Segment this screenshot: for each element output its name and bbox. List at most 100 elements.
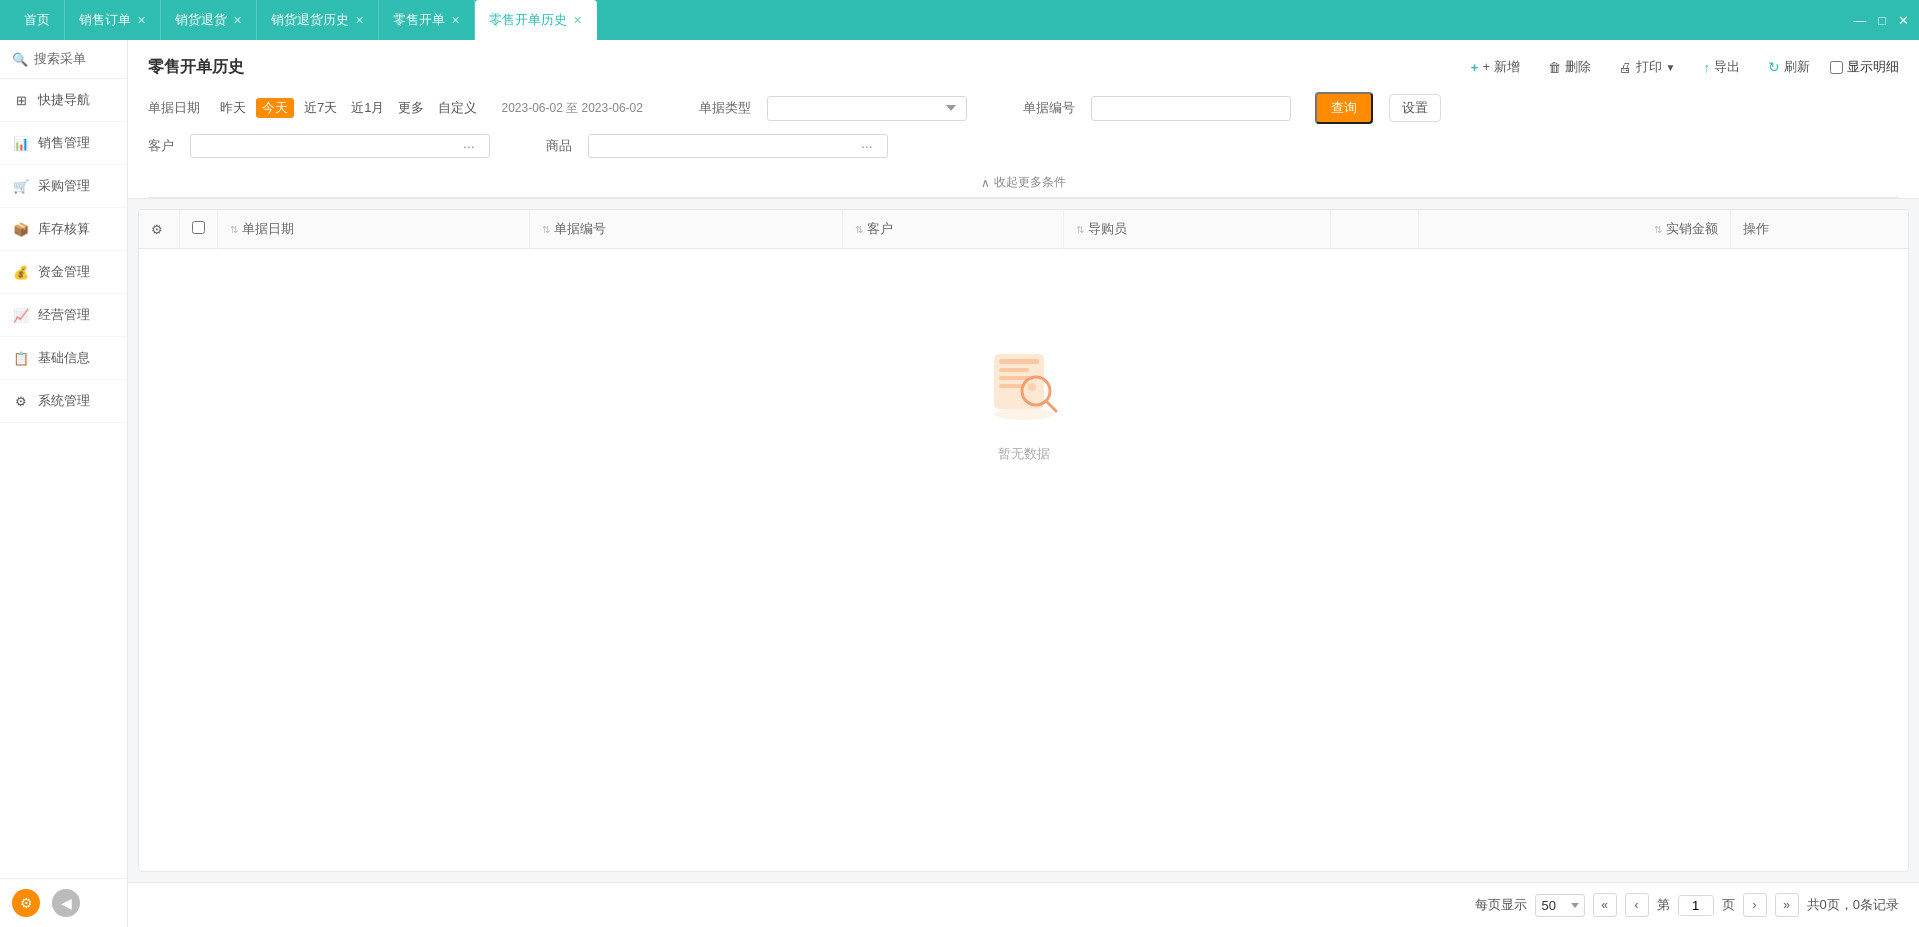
th-amount[interactable]: ⇅ 实销金额 — [1418, 210, 1731, 249]
type-filter-label: 单据类型 — [699, 99, 751, 117]
tab-retail-open-history[interactable]: 零售开单历史 ✕ — [475, 0, 597, 40]
date-more[interactable]: 更多 — [394, 98, 428, 118]
no-filter-input[interactable] — [1091, 96, 1291, 121]
collapse-label: 收起更多条件 — [994, 174, 1066, 191]
empty-row: 暂无数据 — [139, 249, 1908, 544]
delete-button[interactable]: 🗑 删除 — [1540, 54, 1599, 80]
date-custom[interactable]: 自定义 — [434, 98, 481, 118]
refresh-icon: ↻ — [1768, 59, 1780, 75]
display-checkbox[interactable] — [1830, 61, 1843, 74]
select-all-checkbox[interactable] — [192, 221, 205, 234]
display-toggle[interactable]: 显示明细 — [1830, 58, 1899, 76]
tab-sales-return-history-close[interactable]: ✕ — [355, 14, 364, 27]
type-filter-select[interactable] — [767, 96, 967, 121]
sidebar-item-operation-label: 经营管理 — [38, 306, 90, 324]
th-date[interactable]: ⇅ 单据日期 — [217, 210, 530, 249]
page-number-input[interactable] — [1678, 895, 1714, 916]
tab-sales-return-close[interactable]: ✕ — [233, 14, 242, 27]
tab-sales-order[interactable]: 销售订单 ✕ — [65, 0, 161, 40]
purchase-mgmt-icon: 🛒 — [12, 177, 30, 195]
last-page-button[interactable]: » — [1775, 893, 1799, 917]
th-checkbox[interactable] — [179, 210, 217, 249]
table-header-row: ⚙ ⇅ 单据日期 ⇅ — [139, 210, 1908, 249]
tab-home[interactable]: 首页 — [10, 0, 65, 40]
sidebar-item-base-info[interactable]: 📋 基础信息 — [0, 337, 127, 380]
inventory-icon: 📦 — [12, 220, 30, 238]
sidebar-item-purchase-mgmt[interactable]: 🛒 采购管理 — [0, 165, 127, 208]
window-maximize[interactable]: □ — [1878, 13, 1886, 28]
table-settings-icon[interactable]: ⚙ — [151, 222, 163, 237]
tab-bar: 首页 销售订单 ✕ 销货退货 ✕ 销货退货历史 ✕ 零售开单 ✕ 零售开单历史 … — [0, 0, 1919, 40]
goods-ellipsis[interactable]: ··· — [857, 138, 877, 154]
date-filter-label: 单据日期 — [148, 99, 200, 117]
add-button[interactable]: + + 新增 — [1463, 54, 1528, 80]
customer-filter-input[interactable] — [199, 139, 459, 154]
th-action: 操作 — [1731, 210, 1908, 249]
sidebar-item-inventory-label: 库存核算 — [38, 220, 90, 238]
sidebar-item-purchase-mgmt-label: 采购管理 — [38, 177, 90, 195]
svg-point-0 — [994, 408, 1054, 420]
customer-ellipsis[interactable]: ··· — [459, 138, 479, 154]
date-last7[interactable]: 近7天 — [300, 98, 341, 118]
tab-retail-open[interactable]: 零售开单 ✕ — [379, 0, 475, 40]
th-settings[interactable]: ⚙ — [139, 210, 179, 249]
svg-line-7 — [1046, 401, 1056, 411]
sidebar-settings-icon[interactable]: ⚙ — [12, 889, 40, 917]
date-last-month[interactable]: 近1月 — [347, 98, 388, 118]
next-page-button[interactable]: › — [1743, 893, 1767, 917]
tab-sales-return[interactable]: 销货退货 ✕ — [161, 0, 257, 40]
main-layout: 搜索采单 ⊞ 快捷导航 📊 销售管理 🛒 采购管理 📦 库存核算 💰 资金管理 … — [0, 40, 1919, 927]
svg-rect-3 — [999, 368, 1029, 372]
date-yesterday[interactable]: 昨天 — [216, 98, 250, 118]
sort-salesperson-icon: ⇅ — [1076, 224, 1084, 235]
sidebar-item-inventory[interactable]: 📦 库存核算 — [0, 208, 127, 251]
export-button[interactable]: ↑ 导出 — [1696, 54, 1749, 80]
no-filter-label: 单据编号 — [1023, 99, 1075, 117]
print-icon: 🖨 — [1619, 60, 1632, 75]
print-button[interactable]: 🖨 打印 ▼ — [1611, 54, 1684, 80]
filter-row-customer: 客户 ··· 商品 ··· — [148, 134, 1899, 158]
base-info-icon: 📋 — [12, 349, 30, 367]
goods-filter-input[interactable] — [597, 139, 857, 154]
export-icon: ↑ — [1704, 60, 1711, 75]
tab-sales-return-history[interactable]: 销货退货历史 ✕ — [257, 0, 379, 40]
date-shortcuts: 昨天 今天 近7天 近1月 更多 自定义 — [216, 98, 481, 118]
tab-sales-order-close[interactable]: ✕ — [137, 14, 146, 27]
sidebar-item-operation[interactable]: 📈 经营管理 — [0, 294, 127, 337]
sidebar-bottom: ⚙ ◀ — [0, 878, 127, 927]
prev-page-button[interactable]: ‹ — [1625, 893, 1649, 917]
window-controls: — □ ✕ — [1853, 13, 1909, 28]
search-icon — [12, 52, 28, 67]
window-minimize[interactable]: — — [1853, 13, 1866, 28]
collapse-bar[interactable]: ∧ 收起更多条件 — [148, 168, 1899, 193]
operation-icon: 📈 — [12, 306, 30, 324]
th-no[interactable]: ⇅ 单据编号 — [530, 210, 843, 249]
tab-retail-open-close[interactable]: ✕ — [451, 14, 460, 27]
finance-icon: 💰 — [12, 263, 30, 281]
system-icon: ⚙ — [12, 392, 30, 410]
sidebar-collapse-icon[interactable]: ◀ — [52, 889, 80, 917]
th-salesperson[interactable]: ⇅ 导购员 — [1063, 210, 1330, 249]
query-button[interactable]: 查询 — [1315, 92, 1373, 124]
delete-icon: 🗑 — [1548, 60, 1561, 75]
th-customer[interactable]: ⇅ 客户 — [842, 210, 1063, 249]
sidebar-search[interactable]: 搜索采单 — [0, 40, 127, 79]
print-chevron-icon: ▼ — [1666, 62, 1676, 73]
tab-retail-open-history-close[interactable]: ✕ — [573, 14, 582, 27]
page-size-select[interactable]: 50 10 20 100 — [1535, 894, 1585, 917]
window-close[interactable]: ✕ — [1898, 13, 1909, 28]
sidebar-item-sales-mgmt-label: 销售管理 — [38, 134, 90, 152]
content-area: 零售开单历史 + + 新增 🗑 删除 🖨 打印 ▼ — [128, 40, 1919, 927]
date-today[interactable]: 今天 — [256, 98, 294, 118]
chevron-up-icon: ∧ — [981, 176, 990, 190]
settings-button[interactable]: 设置 — [1389, 94, 1441, 122]
sidebar-item-sales-mgmt[interactable]: 📊 销售管理 — [0, 122, 127, 165]
first-page-button[interactable]: « — [1593, 893, 1617, 917]
page-title: 零售开单历史 — [148, 57, 244, 78]
refresh-button[interactable]: ↻ 刷新 — [1760, 54, 1818, 80]
sidebar-item-quick-nav[interactable]: ⊞ 快捷导航 — [0, 79, 127, 122]
sort-customer-icon: ⇅ — [855, 224, 863, 235]
sidebar-item-finance[interactable]: 💰 资金管理 — [0, 251, 127, 294]
table-container: ⚙ ⇅ 单据日期 ⇅ — [138, 209, 1909, 872]
sidebar-item-system[interactable]: ⚙ 系统管理 — [0, 380, 127, 423]
